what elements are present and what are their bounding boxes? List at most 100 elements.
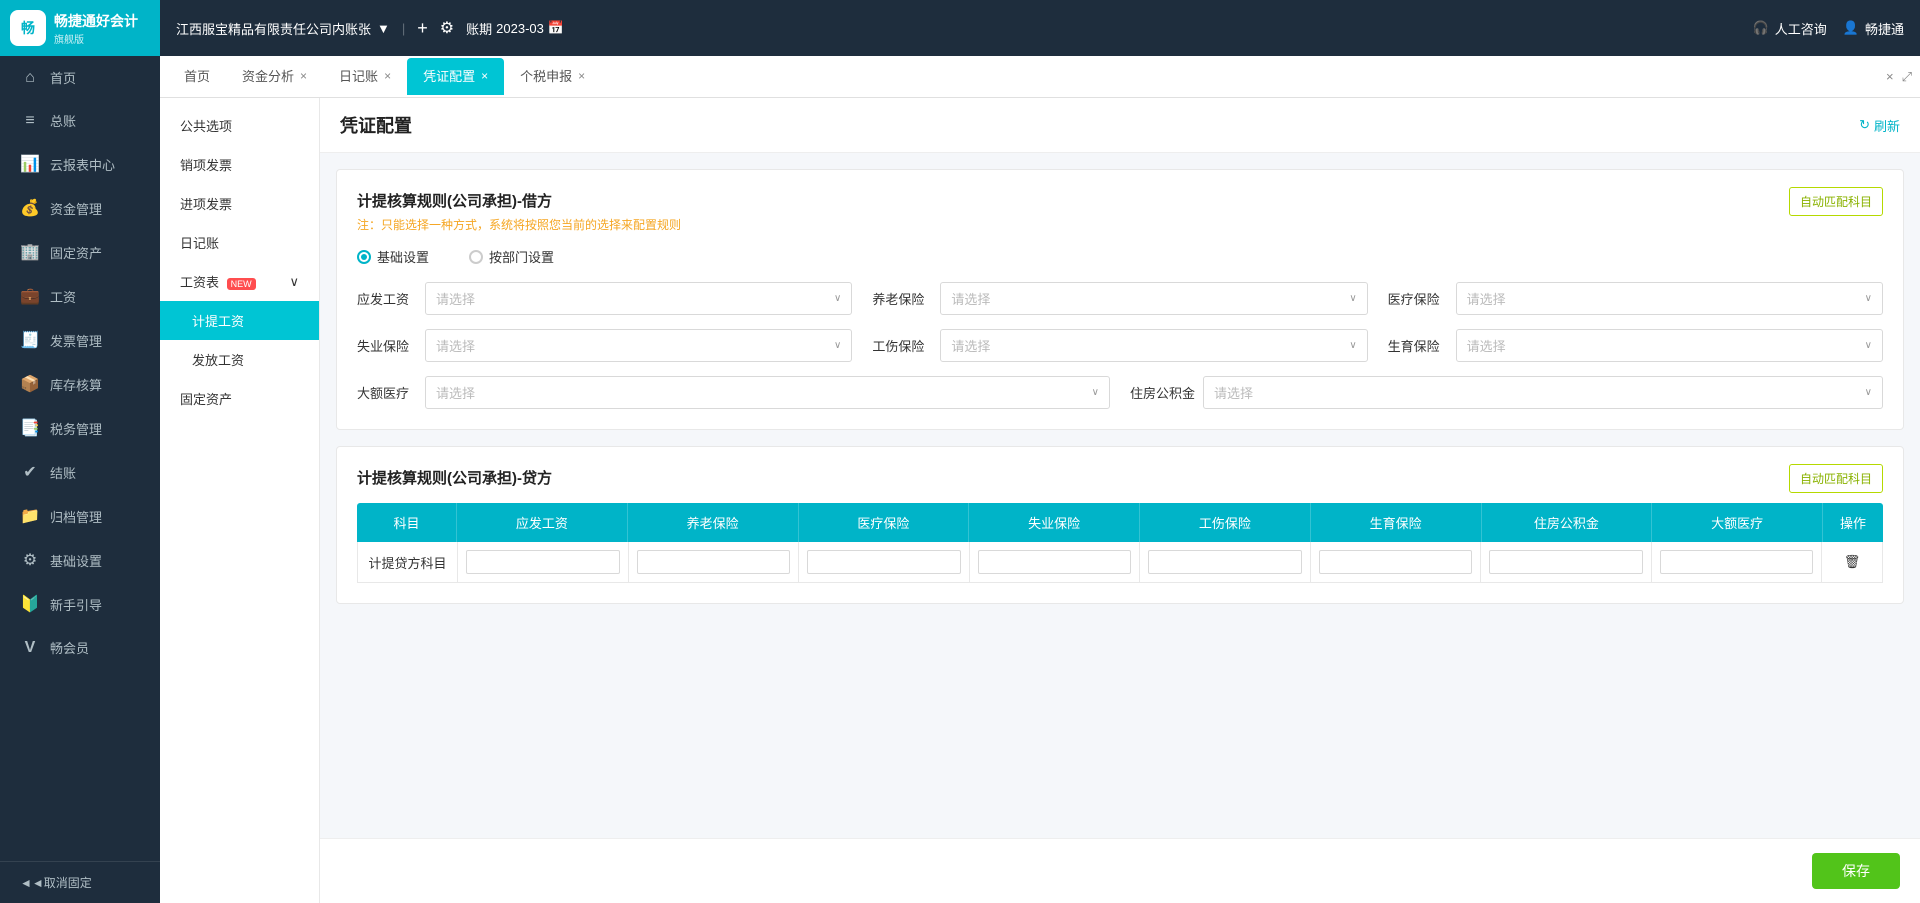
left-nav-public[interactable]: 公共选项 xyxy=(160,106,319,145)
label-housing-fund: 住房公积金 xyxy=(1130,383,1195,402)
field-unemployment: 失业保险 请选择 ∨ xyxy=(357,329,852,362)
tab-close-all-button[interactable]: × xyxy=(1886,69,1894,85)
sidebar-item-vip[interactable]: V 畅会员 xyxy=(0,626,160,669)
input-pension[interactable] xyxy=(637,550,791,574)
td-applied-salary-input[interactable] xyxy=(458,542,629,582)
tab-tax-report[interactable]: 个税申报 × xyxy=(504,58,601,95)
radio-by-dept[interactable]: 按部门设置 xyxy=(469,247,554,266)
td-housing-fund-input[interactable] xyxy=(1481,542,1652,582)
sidebar-item-inventory[interactable]: 📦 库存核算 xyxy=(0,362,160,406)
sidebar-item-closing[interactable]: ✔ 结账 xyxy=(0,450,160,494)
tab-journal-close[interactable]: × xyxy=(384,69,391,83)
refresh-button[interactable]: ↻ 刷新 xyxy=(1859,116,1900,135)
th-unemployment: 失业保险 xyxy=(969,503,1140,542)
credit-section-title: 计提核算规则(公司承担)-贷方 xyxy=(357,467,1883,488)
left-nav-calc-salary[interactable]: 计提工资 xyxy=(160,301,319,340)
td-unemployment-input[interactable] xyxy=(970,542,1141,582)
field-medical: 医疗保险 请选择 ∨ xyxy=(1388,282,1883,315)
salary-icon: 💼 xyxy=(20,286,40,306)
sidebar-item-salary[interactable]: 💼 工资 xyxy=(0,274,160,318)
input-housing-fund[interactable] xyxy=(1489,550,1643,574)
select-pension[interactable]: 请选择 ∨ xyxy=(940,282,1367,315)
user-account[interactable]: 👤 畅捷通 xyxy=(1843,19,1904,38)
select-medical[interactable]: 请选择 ∨ xyxy=(1456,282,1883,315)
new-badge: NEW xyxy=(227,278,256,290)
company-selector[interactable]: 江西服宝精品有限责任公司内账张 ▼ xyxy=(176,19,390,38)
credit-section: 计提核算规则(公司承担)-贷方 自动匹配科目 科目 应发工资 养老保险 医疗保险… xyxy=(336,446,1904,604)
input-unemployment[interactable] xyxy=(978,550,1132,574)
input-large-medical[interactable] xyxy=(1660,550,1814,574)
input-applied-salary[interactable] xyxy=(466,550,620,574)
td-birth-input[interactable] xyxy=(1311,542,1482,582)
debit-auto-match-button[interactable]: 自动匹配科目 xyxy=(1789,187,1883,216)
settings-icon: ⚙ xyxy=(20,550,40,570)
chevron-down-icon: ∨ xyxy=(1349,293,1356,304)
sidebar-item-ledger[interactable]: ≡ 总账 xyxy=(0,99,160,142)
td-medical-input[interactable] xyxy=(799,542,970,582)
radio-basic[interactable]: 基础设置 xyxy=(357,247,429,266)
left-nav-purchase[interactable]: 进项发票 xyxy=(160,184,319,223)
sidebar-item-fixed[interactable]: 🏢 固定资产 xyxy=(0,230,160,274)
td-delete-button[interactable]: 🗑 xyxy=(1822,542,1882,582)
save-button[interactable]: 保存 xyxy=(1812,853,1900,889)
input-work-injury[interactable] xyxy=(1148,550,1302,574)
sidebar-item-archive[interactable]: 📁 归档管理 xyxy=(0,494,160,538)
td-large-medical-input[interactable] xyxy=(1652,542,1823,582)
sidebar: 畅 畅捷通好会计 旗舰版 ⌂ 首页 ≡ 总账 📊 云报表中心 💰 资金管理 🏢 … xyxy=(0,0,160,903)
select-unemployment[interactable]: 请选择 ∨ xyxy=(425,329,852,362)
tab-funds-close[interactable]: × xyxy=(300,69,307,83)
label-birth: 生育保险 xyxy=(1388,336,1448,355)
left-nav-sales[interactable]: 销项发票 xyxy=(160,145,319,184)
sidebar-item-reports[interactable]: 📊 云报表中心 xyxy=(0,142,160,186)
avatar-icon: 👤 xyxy=(1843,20,1859,36)
tab-home[interactable]: 首页 xyxy=(168,58,226,95)
main-scroll: 计提核算规则(公司承担)-借方 自动匹配科目 注：只能选择一种方式，系统将按照您… xyxy=(320,153,1920,838)
bottom-spacer xyxy=(336,620,1904,640)
left-nav-fixed[interactable]: 固定资产 xyxy=(160,379,319,418)
sidebar-item-home[interactable]: ⌂ 首页 xyxy=(0,56,160,99)
label-medical: 医疗保险 xyxy=(1388,289,1448,308)
th-large-medical: 大额医疗 xyxy=(1652,503,1823,542)
select-housing-fund[interactable]: 请选择 ∨ xyxy=(1203,376,1883,409)
fixed-icon: 🏢 xyxy=(20,242,40,262)
funds-icon: 💰 xyxy=(20,198,40,218)
tab-funds[interactable]: 资金分析 × xyxy=(226,58,323,95)
select-birth[interactable]: 请选择 ∨ xyxy=(1456,329,1883,362)
left-nav-pay-salary[interactable]: 发放工资 xyxy=(160,340,319,379)
tab-expand-button[interactable]: ⤢ xyxy=(1902,69,1912,85)
debit-section-note: 注：只能选择一种方式，系统将按照您当前的选择来配置规则 xyxy=(357,216,1883,233)
th-applied-salary: 应发工资 xyxy=(457,503,628,542)
archive-icon: 📁 xyxy=(20,506,40,526)
left-nav-journal[interactable]: 日记账 xyxy=(160,223,319,262)
tab-journal[interactable]: 日记账 × xyxy=(323,58,407,95)
tab-voucher-config[interactable]: 凭证配置 × xyxy=(407,58,504,95)
tab-tax-report-close[interactable]: × xyxy=(578,69,585,83)
sidebar-item-settings[interactable]: ⚙ 基础设置 xyxy=(0,538,160,582)
select-applied-salary[interactable]: 请选择 ∨ xyxy=(425,282,852,315)
settings-icon[interactable]: ⚙ xyxy=(440,18,454,38)
credit-auto-match-button[interactable]: 自动匹配科目 xyxy=(1789,464,1883,493)
chevron-down-icon: ∨ xyxy=(1865,293,1872,304)
tab-voucher-config-close[interactable]: × xyxy=(481,69,488,83)
content-area: 公共选项 销项发票 进项发票 日记账 工资表 NEW ∨ 计提工资 xyxy=(160,98,1920,903)
sidebar-item-invoice[interactable]: 🧾 发票管理 xyxy=(0,318,160,362)
topbar: 江西服宝精品有限责任公司内账张 ▼ | + ⚙ 账期 2023-03 📅 🎧 人… xyxy=(160,0,1920,56)
select-large-medical[interactable]: 请选择 ∨ xyxy=(425,376,1110,409)
section-header-row: 计提核算规则(公司承担)-借方 自动匹配科目 xyxy=(357,190,1883,216)
td-work-injury-input[interactable] xyxy=(1140,542,1311,582)
input-birth[interactable] xyxy=(1319,550,1473,574)
left-nav-salary-group[interactable]: 工资表 NEW ∨ xyxy=(160,262,319,301)
add-account-button[interactable]: + xyxy=(417,18,428,39)
table-row: 计提贷方科目 🗑 xyxy=(357,542,1883,583)
select-work-injury[interactable]: 请选择 ∨ xyxy=(940,329,1367,362)
sidebar-item-funds[interactable]: 💰 资金管理 xyxy=(0,186,160,230)
td-pension-input[interactable] xyxy=(629,542,800,582)
user-service-button[interactable]: 🎧 人工咨询 xyxy=(1753,19,1827,38)
company-dropdown-icon: ▼ xyxy=(377,21,390,36)
calendar-icon[interactable]: 📅 xyxy=(548,20,564,36)
sidebar-item-tax[interactable]: 📑 税务管理 xyxy=(0,406,160,450)
logo-text: 畅捷通好会计 旗舰版 xyxy=(54,11,138,46)
input-medical[interactable] xyxy=(807,550,961,574)
sidebar-item-guide[interactable]: 🔰 新手引导 xyxy=(0,582,160,626)
unpin-button[interactable]: ◄◄取消固定 xyxy=(0,861,160,903)
